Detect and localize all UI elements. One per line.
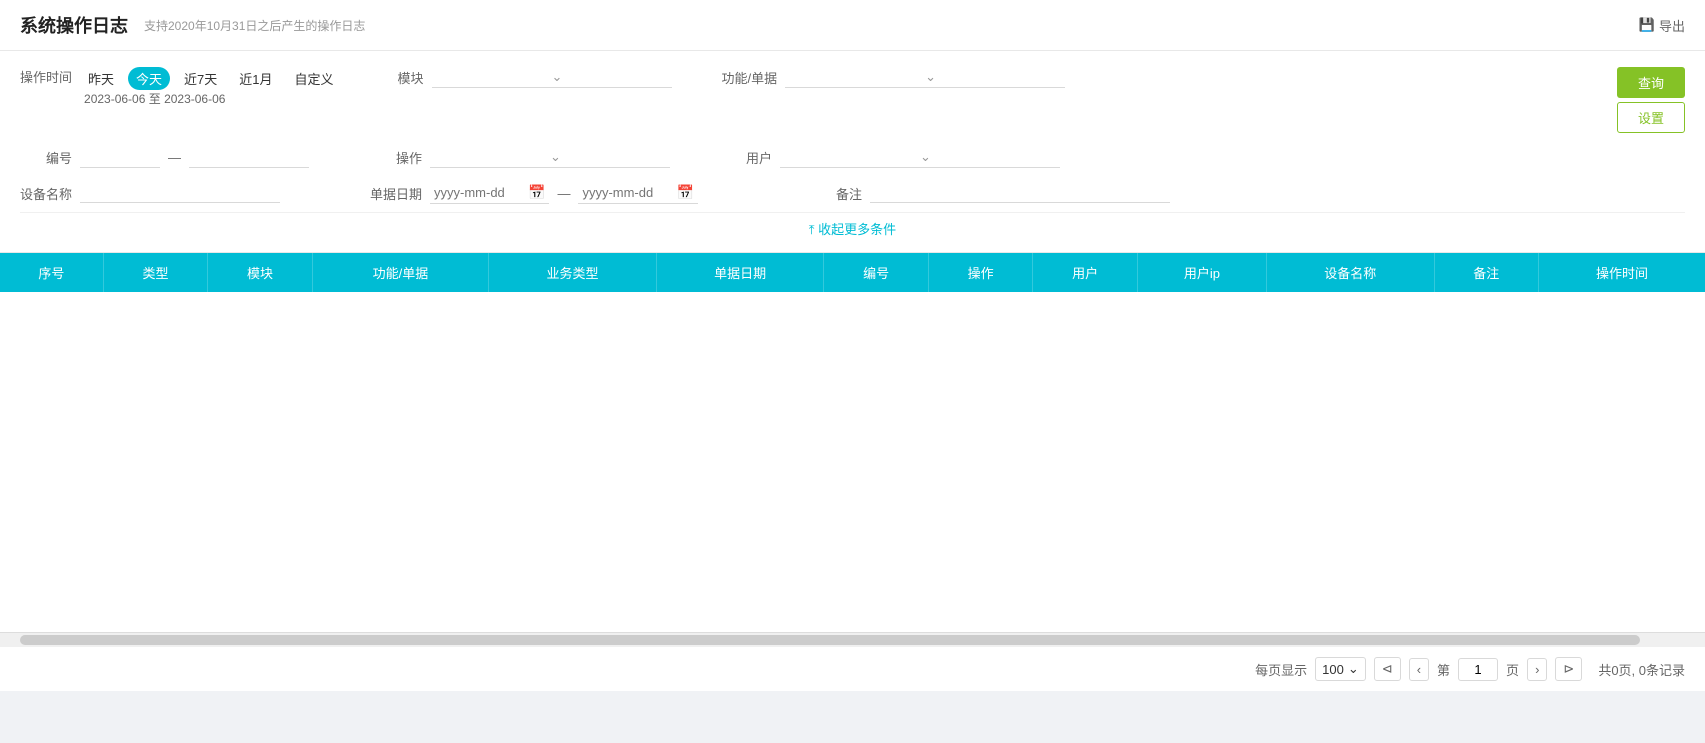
page-subtitle: 支持2020年10月31日之后产生的操作日志 — [144, 17, 365, 34]
col-voucher-date: 单据日期 — [656, 253, 824, 292]
voucher-date-from-input[interactable] — [434, 185, 524, 200]
col-device: 设备名称 — [1266, 253, 1434, 292]
calendar-from-icon[interactable]: 📅 — [528, 184, 545, 201]
device-label: 设备名称 — [20, 184, 80, 203]
time-btn-today[interactable]: 今天 — [128, 67, 170, 90]
col-user: 用户 — [1033, 253, 1137, 292]
remark-label: 备注 — [810, 184, 870, 203]
collapse-bar[interactable]: ⤒ 收起更多条件 — [20, 212, 1685, 244]
module-select[interactable]: ⌄ — [432, 67, 672, 88]
scrollbar-thumb[interactable] — [20, 635, 1640, 645]
col-function: 功能/单据 — [312, 253, 488, 292]
operation-label: 操作 — [370, 148, 430, 167]
col-operation: 操作 — [928, 253, 1032, 292]
per-page-select[interactable]: 100 ⌄ — [1315, 657, 1366, 681]
empty-area — [0, 292, 1705, 632]
function-chevron-icon: ⌄ — [925, 69, 1059, 85]
page-title: 系统操作日志 — [20, 12, 128, 38]
col-remark: 备注 — [1434, 253, 1538, 292]
voucher-date-label: 单据日期 — [360, 184, 430, 203]
time-btn-1month[interactable]: 近1月 — [231, 67, 280, 90]
module-chevron-icon: ⌄ — [552, 69, 666, 85]
query-button[interactable]: 查询 — [1617, 67, 1685, 98]
per-page-value: 100 — [1322, 662, 1344, 677]
time-btn-7days[interactable]: 近7天 — [176, 67, 225, 90]
operation-select[interactable]: ⌄ — [430, 147, 670, 168]
horizontal-scrollbar[interactable] — [0, 632, 1705, 646]
operation-chevron-icon: ⌄ — [550, 149, 664, 165]
col-type: 类型 — [103, 253, 207, 292]
per-page-chevron-icon: ⌄ — [1348, 661, 1359, 677]
settings-button[interactable]: 设置 — [1617, 102, 1685, 133]
col-biz-type: 业务类型 — [489, 253, 657, 292]
voucher-date-to-input[interactable] — [582, 185, 672, 200]
date-range-display: 2023-06-06 至 2023-06-06 — [84, 90, 342, 107]
function-select[interactable]: ⌄ — [785, 67, 1065, 88]
time-btn-yesterday[interactable]: 昨天 — [80, 67, 122, 90]
collapse-icon: ⤒ — [809, 222, 815, 237]
number-to-input[interactable] — [189, 148, 309, 168]
table-container: 序号 类型 模块 功能/单据 业务类型 单据日期 编号 操作 用户 用户ip 设… — [0, 253, 1705, 632]
per-page-label: 每页显示 — [1255, 660, 1307, 679]
data-table: 序号 类型 模块 功能/单据 业务类型 单据日期 编号 操作 用户 用户ip 设… — [0, 253, 1705, 292]
user-select[interactable]: ⌄ — [780, 147, 1060, 168]
col-user-ip: 用户ip — [1137, 253, 1266, 292]
user-chevron-icon: ⌄ — [920, 149, 1054, 165]
function-label: 功能/单据 — [722, 68, 786, 87]
number-dash: — — [168, 150, 181, 165]
prev-page-button[interactable]: ‹ — [1409, 658, 1429, 681]
page-unit: 页 — [1506, 660, 1519, 679]
device-input[interactable] — [80, 183, 280, 203]
number-label: 编号 — [20, 148, 80, 167]
pagination-bar: 每页显示 100 ⌄ ⊲ ‹ 第 页 › ⊳ 共0页, 0条记录 — [0, 646, 1705, 691]
table-header-row: 序号 类型 模块 功能/单据 业务类型 单据日期 编号 操作 用户 用户ip 设… — [0, 253, 1705, 292]
last-page-button[interactable]: ⊳ — [1555, 657, 1582, 681]
export-icon: 💾 — [1639, 17, 1655, 33]
date-dash: — — [557, 186, 570, 201]
remark-input[interactable] — [870, 183, 1170, 203]
col-seq: 序号 — [0, 253, 103, 292]
voucher-date-to-wrapper[interactable]: 📅 — [578, 182, 697, 204]
page-number-input[interactable] — [1458, 658, 1498, 681]
time-filter-label: 操作时间 — [20, 67, 80, 86]
number-from-input[interactable] — [80, 148, 160, 168]
voucher-date-from-wrapper[interactable]: 📅 — [430, 182, 549, 204]
calendar-to-icon[interactable]: 📅 — [676, 184, 693, 201]
total-text: 共0页, 0条记录 — [1598, 660, 1685, 679]
col-number: 编号 — [824, 253, 928, 292]
export-button[interactable]: 💾 导出 — [1639, 16, 1685, 35]
page-label: 第 — [1437, 660, 1450, 679]
col-op-time: 操作时间 — [1539, 253, 1705, 292]
time-btn-custom[interactable]: 自定义 — [287, 67, 342, 90]
first-page-button[interactable]: ⊲ — [1374, 657, 1401, 681]
col-module: 模块 — [208, 253, 312, 292]
next-page-button[interactable]: › — [1527, 658, 1547, 681]
module-label: 模块 — [372, 68, 432, 87]
user-label: 用户 — [720, 148, 780, 167]
